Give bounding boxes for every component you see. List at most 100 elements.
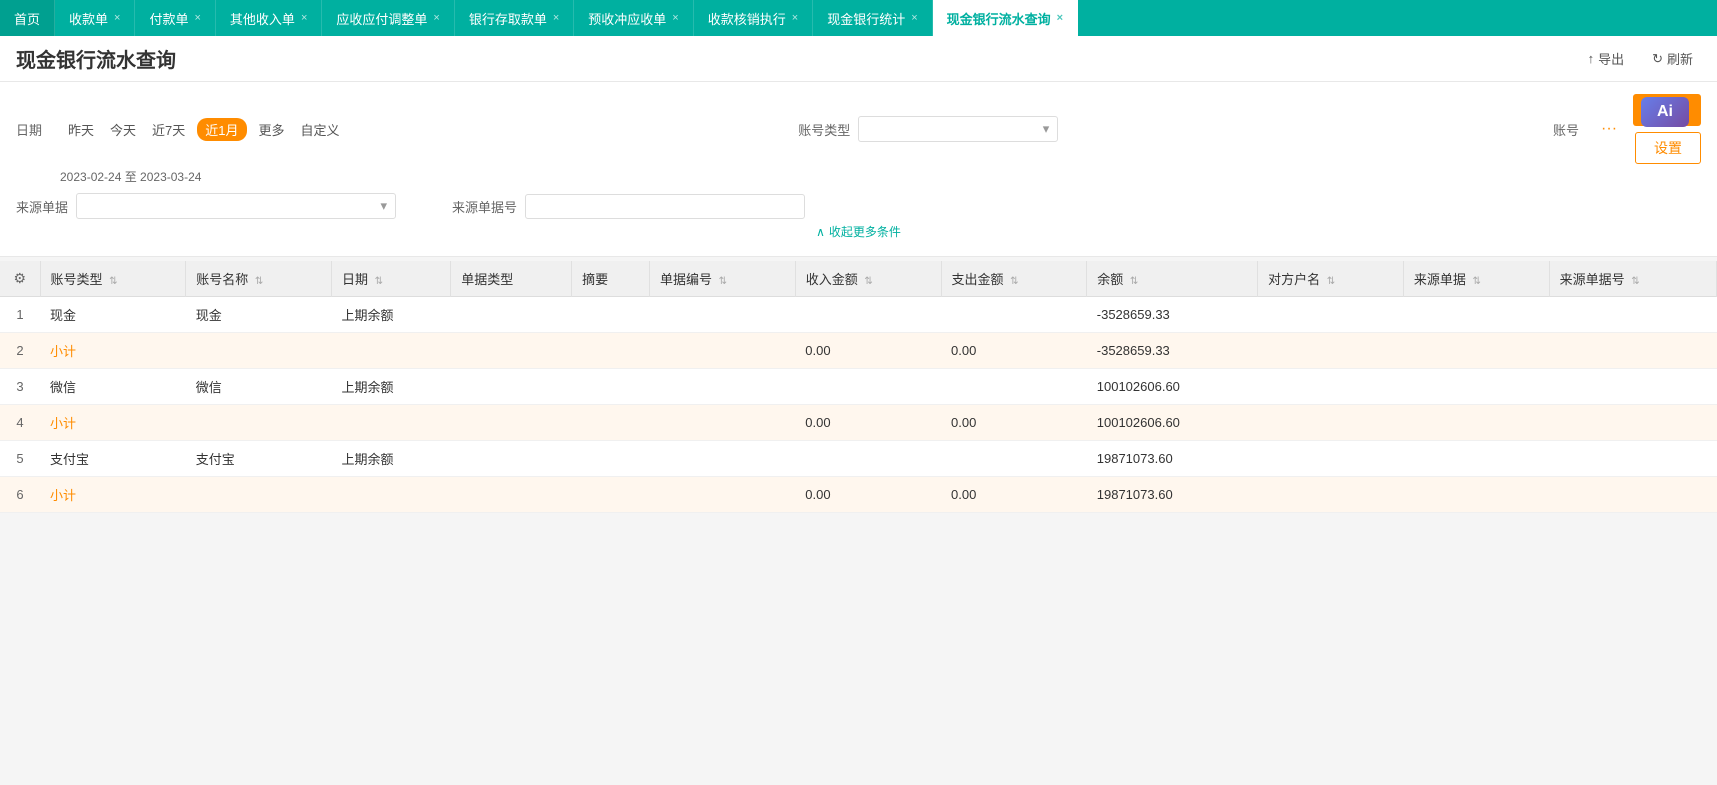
- cell-5: [572, 333, 650, 369]
- nav-item-ar-adjust[interactable]: 应收应付调整单 ×: [322, 0, 454, 36]
- date-opt-7days[interactable]: 近7天: [148, 118, 189, 141]
- col-account-type[interactable]: 账号类型 ⇅: [40, 261, 186, 297]
- row-number: 3: [0, 369, 40, 405]
- data-table-wrap: ⚙ 账号类型 ⇅ 账号名称 ⇅ 日期 ⇅ 单据类型 摘要 单据编号 ⇅ 收入金额…: [0, 261, 1717, 513]
- cell-9: -3528659.33: [1087, 333, 1258, 369]
- account-dots-btn[interactable]: ···: [1601, 120, 1617, 138]
- row-number: 5: [0, 441, 40, 477]
- date-opt-today[interactable]: 今天: [106, 118, 140, 141]
- table-row: 3微信微信上期余额100102606.60: [0, 369, 1717, 405]
- header-actions: ↑ 导出 ↻ 刷新: [1580, 45, 1701, 72]
- col-setting[interactable]: ⚙: [0, 261, 40, 297]
- date-opt-yesterday[interactable]: 昨天: [64, 118, 98, 141]
- subtotal-text: 小计: [50, 488, 76, 503]
- export-button[interactable]: ↑ 导出: [1580, 45, 1633, 72]
- col-source-doc-no[interactable]: 来源单据号 ⇅: [1549, 261, 1716, 297]
- cell-12: [1549, 369, 1716, 405]
- subtotal-label: 小计: [40, 405, 186, 441]
- export-label: 导出: [1598, 49, 1624, 68]
- cell-8: [941, 441, 1087, 477]
- close-icon[interactable]: ×: [792, 12, 798, 24]
- source-doc-num-input[interactable]: [525, 194, 805, 219]
- cell-5: [572, 477, 650, 513]
- account-label: 账号: [1553, 120, 1593, 139]
- cell-11: [1403, 477, 1549, 513]
- close-icon[interactable]: ×: [433, 12, 439, 24]
- cell-7: 0.00: [795, 405, 941, 441]
- table-header-row: ⚙ 账号类型 ⇅ 账号名称 ⇅ 日期 ⇅ 单据类型 摘要 单据编号 ⇅ 收入金额…: [0, 261, 1717, 297]
- close-icon[interactable]: ×: [553, 12, 559, 24]
- nav-item-prepay-offset[interactable]: 预收冲应收单 ×: [574, 0, 693, 36]
- settings-button[interactable]: 设置: [1635, 132, 1701, 164]
- nav-item-bank-deposit[interactable]: 银行存取款单 ×: [455, 0, 574, 36]
- cell-5: [572, 441, 650, 477]
- source-doc-filter: 来源单据 ▾: [16, 193, 396, 219]
- nav-item-receipt-verify[interactable]: 收款核销执行 ×: [694, 0, 813, 36]
- date-options: 昨天 今天 近7天 近1月 更多 自定义: [64, 118, 344, 141]
- cell-5: [572, 297, 650, 333]
- source-doc-select[interactable]: ▾: [76, 193, 396, 219]
- collapse-bar[interactable]: ∧ 收起更多条件: [16, 219, 1701, 244]
- nav-item-cash-bank-stat[interactable]: 现金银行统计 ×: [813, 0, 932, 36]
- cell-2: [186, 477, 332, 513]
- cell-1: 支付宝: [40, 441, 186, 477]
- collapse-icon: ∧: [816, 225, 825, 239]
- cell-5: [572, 405, 650, 441]
- cell-9: 100102606.60: [1087, 405, 1258, 441]
- cell-10: [1258, 405, 1404, 441]
- col-date[interactable]: 日期 ⇅: [332, 261, 451, 297]
- close-icon[interactable]: ×: [911, 12, 917, 24]
- account-type-filter: 账号类型 ▾: [798, 116, 1098, 142]
- close-icon[interactable]: ×: [672, 12, 678, 24]
- cell-8: 0.00: [941, 405, 1087, 441]
- date-opt-1month[interactable]: 近1月: [197, 118, 246, 141]
- nav-home[interactable]: 首页: [0, 0, 55, 36]
- row-number: 2: [0, 333, 40, 369]
- col-doc-no[interactable]: 单据编号 ⇅: [650, 261, 796, 297]
- date-opt-custom[interactable]: 自定义: [297, 118, 344, 141]
- col-expense[interactable]: 支出金额 ⇅: [941, 261, 1087, 297]
- cell-5: [572, 369, 650, 405]
- cell-4: [451, 441, 572, 477]
- cell-12: [1549, 477, 1716, 513]
- top-navigation: 首页 收款单 × 付款单 × 其他收入单 × 应收应付调整单 × 银行存取款单 …: [0, 0, 1717, 36]
- cell-2: 支付宝: [186, 441, 332, 477]
- col-balance[interactable]: 余额 ⇅: [1087, 261, 1258, 297]
- table-row: 2小计0.000.00-3528659.33: [0, 333, 1717, 369]
- nav-item-cash-bank-flow[interactable]: 现金银行流水查询 ×: [933, 0, 1078, 36]
- close-icon[interactable]: ×: [301, 12, 307, 24]
- cell-12: [1549, 405, 1716, 441]
- account-type-select[interactable]: ▾: [858, 116, 1058, 142]
- filter-row-2: 来源单据 ▾ 来源单据号: [16, 193, 1701, 219]
- col-doc-type: 单据类型: [451, 261, 572, 297]
- nav-item-receipt[interactable]: 收款单 ×: [55, 0, 135, 36]
- cell-10: [1258, 369, 1404, 405]
- cell-2: 微信: [186, 369, 332, 405]
- close-icon[interactable]: ×: [194, 12, 200, 24]
- date-opt-more[interactable]: 更多: [255, 118, 289, 141]
- col-account-name[interactable]: 账号名称 ⇅: [186, 261, 332, 297]
- cell-7: [795, 441, 941, 477]
- cell-1: 现金: [40, 297, 186, 333]
- col-income[interactable]: 收入金额 ⇅: [795, 261, 941, 297]
- cell-6: [650, 405, 796, 441]
- row-number: 1: [0, 297, 40, 333]
- page-header: 现金银行流水查询 ↑ 导出 ↻ 刷新: [0, 36, 1717, 82]
- col-counterparty[interactable]: 对方户名 ⇅: [1258, 261, 1404, 297]
- close-icon[interactable]: ×: [114, 12, 120, 24]
- nav-item-payment[interactable]: 付款单 ×: [135, 0, 215, 36]
- ai-badge[interactable]: Ai: [1641, 97, 1689, 127]
- cell-3: [332, 405, 451, 441]
- cell-12: [1549, 297, 1716, 333]
- refresh-button[interactable]: ↻ 刷新: [1644, 45, 1701, 72]
- col-source-doc[interactable]: 来源单据 ⇅: [1403, 261, 1549, 297]
- row-number: 6: [0, 477, 40, 513]
- refresh-icon: ↻: [1652, 51, 1663, 67]
- subtotal-text: 小计: [50, 344, 76, 359]
- cell-10: [1258, 477, 1404, 513]
- row-number: 4: [0, 405, 40, 441]
- close-icon[interactable]: ×: [1057, 12, 1063, 24]
- subtotal-label: 小计: [40, 333, 186, 369]
- nav-item-other-income[interactable]: 其他收入单 ×: [216, 0, 322, 36]
- table-row: 5支付宝支付宝上期余额19871073.60: [0, 441, 1717, 477]
